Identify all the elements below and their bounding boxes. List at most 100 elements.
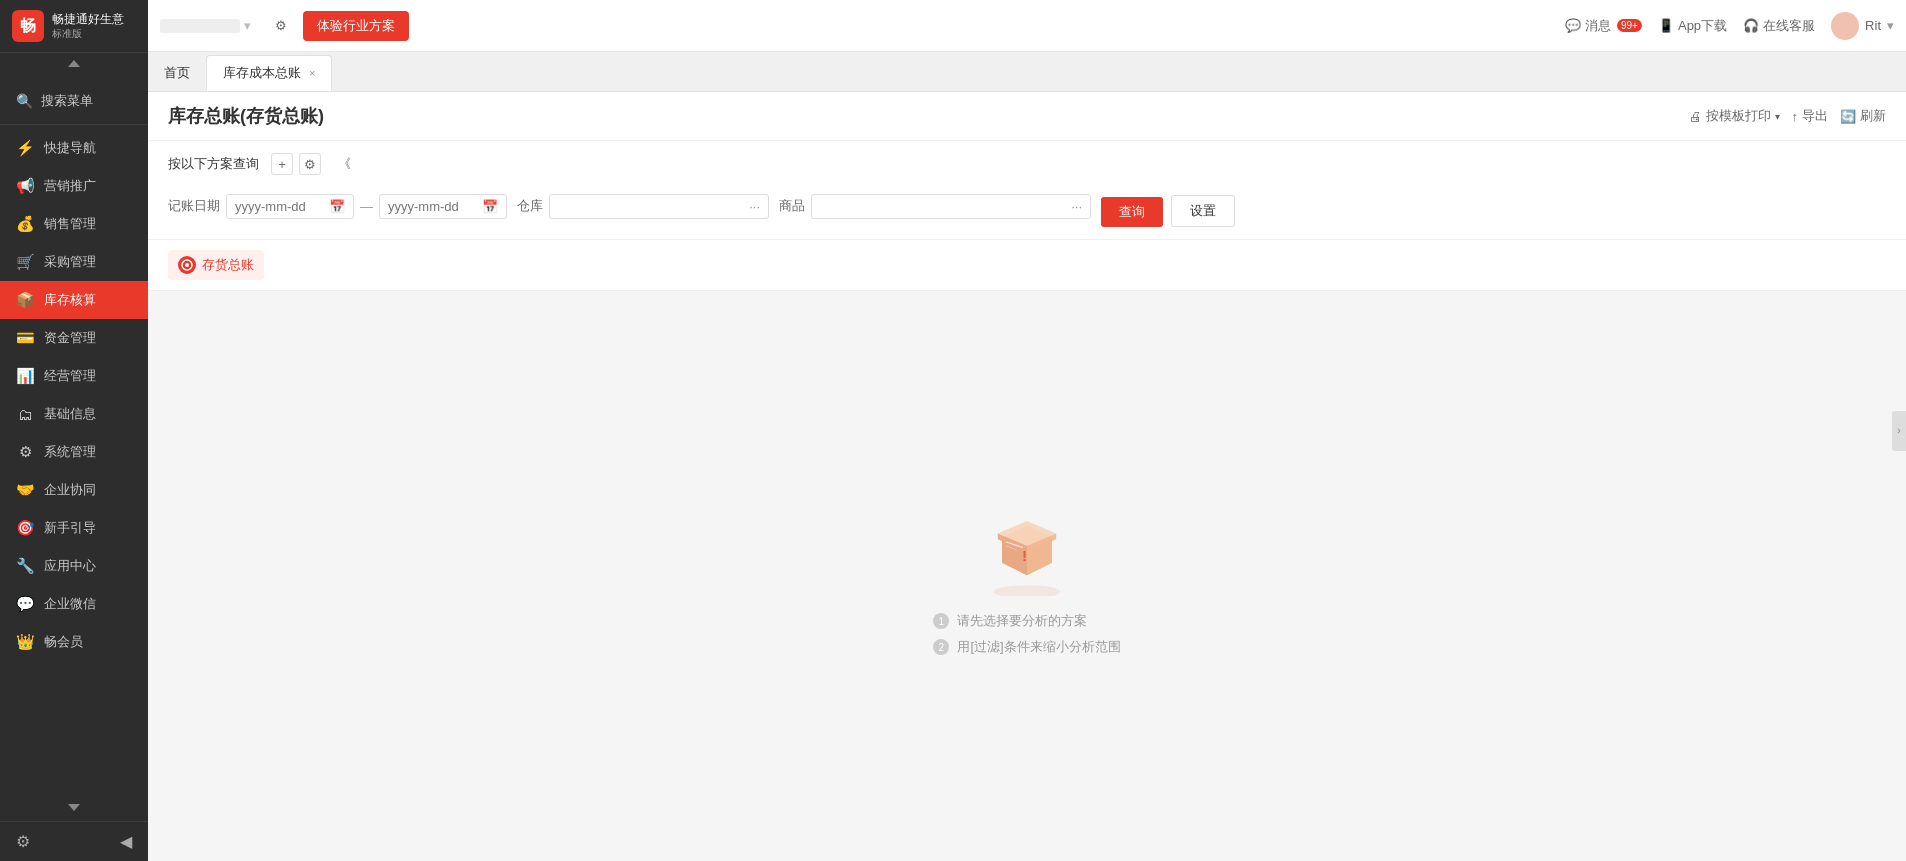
sidebar-logo: 畅 畅捷通好生意 标准版 [0,0,148,53]
product-select[interactable]: ··· [811,194,1091,219]
content-wrapper: 库存总账(存货总账) 🖨 按模板打印 ▾ ↑ 导出 🔄 刷新 [148,92,1906,861]
app-center-icon: 🔧 [16,557,34,575]
svg-marker-1 [68,804,80,811]
sidebar-item-cooperation[interactable]: 🤝 企业协同 [0,471,148,509]
filter-settings-btn2[interactable]: ⚙ [299,153,321,175]
message-badge: 99+ [1617,19,1642,32]
basic-icon: 🗂 [16,406,34,423]
app-download-btn[interactable]: 📱 App下载 [1658,17,1727,35]
filter-action-btns: 查询 设置 [1101,195,1235,227]
scheme-section: 存货总账 [148,240,1906,291]
refresh-icon: 🔄 [1840,109,1856,124]
sidebar-item-enterprise-wechat[interactable]: 💬 企业微信 [0,585,148,623]
page-header: 库存总账(存货总账) 🖨 按模板打印 ▾ ↑ 导出 🔄 刷新 [148,92,1906,141]
right-panel-collapse-btn[interactable]: › [1892,411,1906,451]
date-start-field[interactable] [235,199,325,214]
tab-inventory-ledger[interactable]: 库存成本总账 × [206,55,332,91]
sidebar-footer: ⚙ ◀ [0,821,148,861]
date-filter-label: 记账日期 [168,197,220,215]
sidebar-item-quick-nav[interactable]: ⚡ 快捷导航 [0,129,148,167]
avatar [1831,12,1859,40]
message-icon: 💬 [1565,18,1581,33]
sidebar-search-item[interactable]: 🔍 搜索菜单 [12,86,136,116]
online-service-btn[interactable]: 🎧 在线客服 [1743,17,1815,35]
sidebar-item-finance[interactable]: 💳 资金管理 [0,319,148,357]
demo-btn[interactable]: 体验行业方案 [303,11,409,41]
sidebar-item-sales[interactable]: 💰 销售管理 [0,205,148,243]
tabs-bar: 首页 库存成本总账 × [148,52,1906,92]
filter-label-row: 按以下方案查询 + ⚙ 《 [168,153,1886,175]
sidebar-item-basic[interactable]: 🗂 基础信息 [0,395,148,433]
inventory-icon: 📦 [16,291,34,309]
sidebar-collapse-btn[interactable]: ◀ [120,832,132,851]
filter-collapse-btn[interactable]: 《 [333,153,355,175]
date-end-field[interactable] [388,199,478,214]
empty-state: ! 1 请先选择要分析的方案 2 用[过滤]条件来缩小分析范围 [933,496,1120,656]
operation-icon: 📊 [16,367,34,385]
user-dropdown-arrow[interactable]: ▾ [1887,18,1894,33]
online-service-icon: 🎧 [1743,18,1759,33]
empty-tip-1: 1 请先选择要分析的方案 [933,612,1120,630]
svg-marker-0 [68,60,80,67]
sidebar-item-purchase[interactable]: 🛒 采购管理 [0,243,148,281]
export-icon: ↑ [1792,109,1799,124]
product-dots-icon[interactable]: ··· [1071,199,1082,214]
refresh-btn[interactable]: 🔄 刷新 [1840,107,1886,125]
main-area: ▾ ⚙ 体验行业方案 💬 消息 99+ 📱 App下载 🎧 在线客服 Rit [148,0,1906,861]
tab-home[interactable]: 首页 [148,55,206,91]
system-icon: ⚙ [16,443,34,461]
svg-text:!: ! [1022,547,1027,564]
sidebar-item-system[interactable]: ⚙ 系统管理 [0,433,148,471]
date-start-input[interactable]: 📅 [226,194,354,219]
date-end-input[interactable]: 📅 [379,194,507,219]
calendar-start-icon[interactable]: 📅 [329,199,345,214]
query-btn[interactable]: 查询 [1101,197,1163,227]
sidebar-settings-btn[interactable]: ⚙ [16,832,30,851]
settings-btn[interactable]: 设置 [1171,195,1235,227]
product-filter-group: 商品 ··· [779,194,1091,219]
scheme-item-inventory-ledger[interactable]: 存货总账 [168,250,264,280]
empty-tip-2: 2 用[过滤]条件来缩小分析范围 [933,638,1120,656]
search-icon: 🔍 [16,93,33,109]
svg-point-4 [994,585,1061,596]
filter-section: 按以下方案查询 + ⚙ 《 记账日期 📅 — [148,141,1906,240]
user-area: Rit ▾ [1831,12,1894,40]
filter-label: 按以下方案查询 [168,155,259,173]
message-btn[interactable]: 💬 消息 99+ [1565,17,1642,35]
warehouse-dots-icon[interactable]: ··· [749,199,760,214]
newbie-icon: 🎯 [16,519,34,537]
sidebar-item-marketing[interactable]: 📢 营销推广 [0,167,148,205]
product-filter-label: 商品 [779,197,805,215]
topbar-settings-btn[interactable]: ⚙ [267,12,295,40]
topbar-right: 💬 消息 99+ 📱 App下载 🎧 在线客服 Rit ▾ [1565,12,1894,40]
print-chevron-icon: ▾ [1775,111,1780,122]
filter-add-btns: + ⚙ [271,153,321,175]
sidebar: 畅 畅捷通好生意 标准版 🔍 搜索菜单 ⚡ 快捷导航 📢 营销推广 💰 销售管理 [0,0,148,861]
date-filter-group: 记账日期 📅 — 📅 [168,194,507,219]
sidebar-scroll-down[interactable] [0,796,148,821]
sales-icon: 💰 [16,215,34,233]
breadcrumb-arrow: ▾ [244,18,251,33]
scheme-label: 存货总账 [202,256,254,274]
app-download-icon: 📱 [1658,18,1674,33]
export-btn[interactable]: ↑ 导出 [1792,107,1829,125]
empty-illustration: ! [977,496,1077,596]
sidebar-item-operation[interactable]: 📊 经营管理 [0,357,148,395]
date-separator: — [360,199,373,214]
quick-nav-icon: ⚡ [16,139,34,157]
tab-close-btn[interactable]: × [309,67,315,79]
content-area: ! 1 请先选择要分析的方案 2 用[过滤]条件来缩小分析范围 [148,291,1906,861]
app-logo-icon: 畅 [12,10,44,42]
warehouse-select[interactable]: ··· [549,194,769,219]
enterprise-wechat-icon: 💬 [16,595,34,613]
filter-add-btn[interactable]: + [271,153,293,175]
warehouse-filter-label: 仓库 [517,197,543,215]
sidebar-search-area: 🔍 搜索菜单 [0,78,148,125]
print-btn[interactable]: 🖨 按模板打印 ▾ [1689,107,1780,125]
sidebar-scroll-up[interactable] [0,53,148,78]
sidebar-item-app-center[interactable]: 🔧 应用中心 [0,547,148,585]
sidebar-item-newbie[interactable]: 🎯 新手引导 [0,509,148,547]
sidebar-item-member[interactable]: 👑 畅会员 [0,623,148,661]
calendar-end-icon[interactable]: 📅 [482,199,498,214]
sidebar-item-inventory[interactable]: 📦 库存核算 [0,281,148,319]
